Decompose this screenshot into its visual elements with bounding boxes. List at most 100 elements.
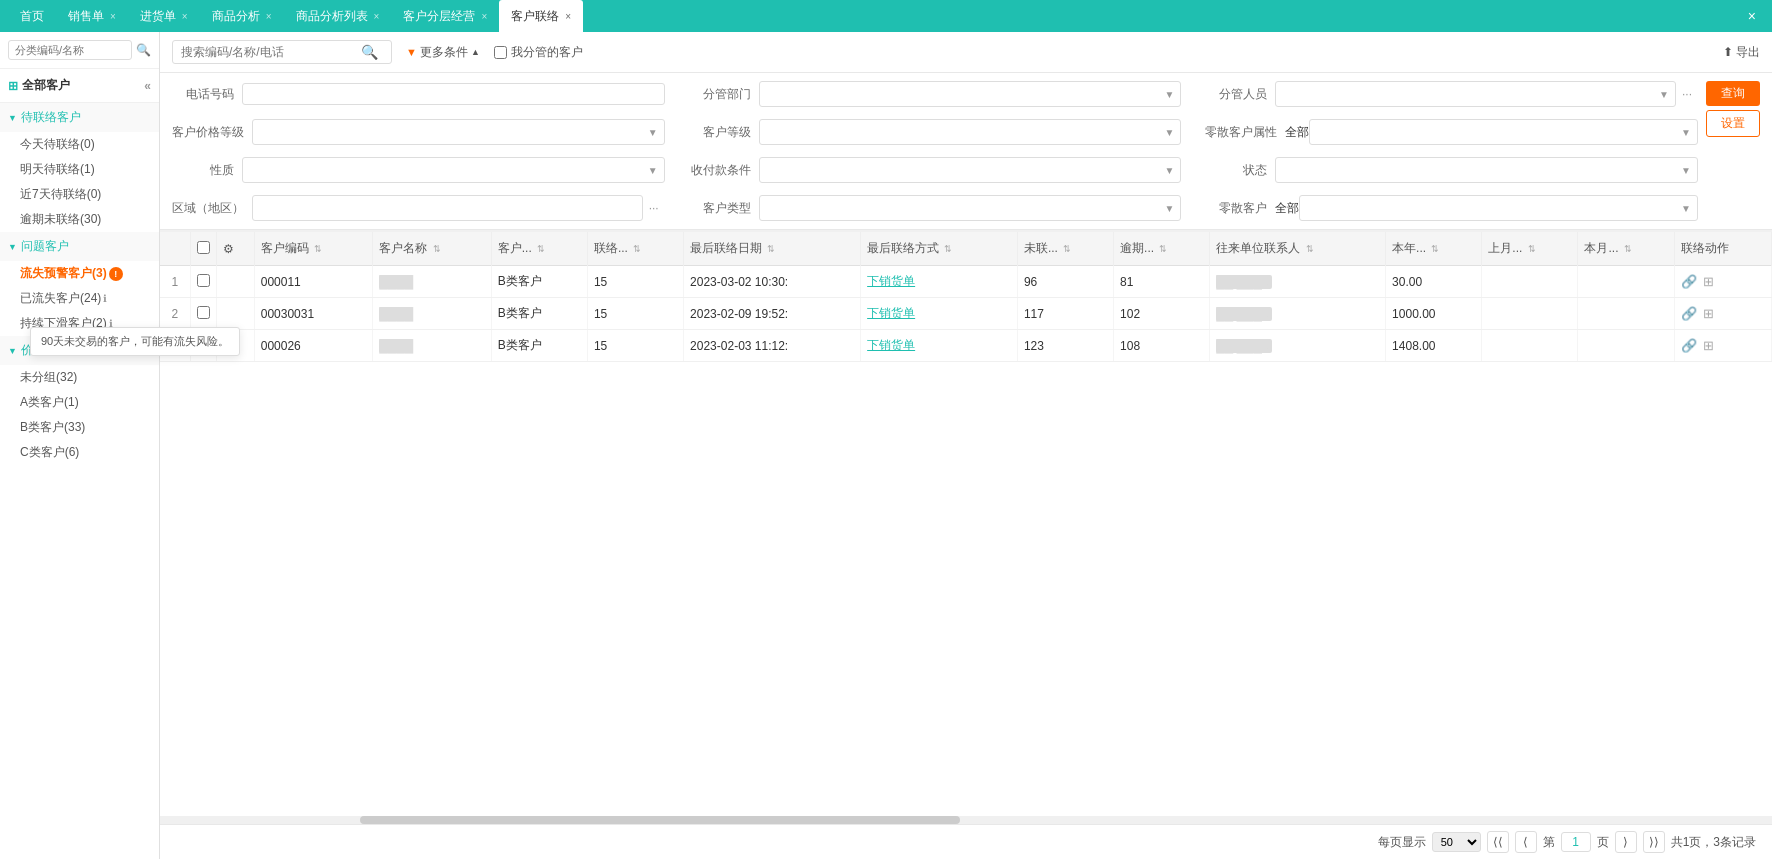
th-last-month[interactable]: 上月... ⇅ xyxy=(1482,232,1578,266)
sidebar-item-class-a[interactable]: A类客户(1) xyxy=(0,390,159,415)
close-product-list-icon[interactable]: × xyxy=(374,11,380,22)
row-checkbox[interactable] xyxy=(197,306,210,319)
search-input[interactable] xyxy=(181,45,361,59)
window-close-button[interactable]: × xyxy=(1740,8,1764,24)
last-way-link[interactable]: 下销货单 xyxy=(867,306,915,320)
th-check xyxy=(190,232,216,266)
region-select[interactable] xyxy=(252,195,643,221)
horizontal-scrollbar-track[interactable] xyxy=(160,816,1612,824)
pagination-first-btn[interactable]: ⟨⟨ xyxy=(1487,831,1509,853)
action-grid-icon[interactable]: ⊞ xyxy=(1703,306,1714,321)
my-customers-checkbox[interactable] xyxy=(494,46,507,59)
search-submit-icon[interactable]: 🔍 xyxy=(361,44,378,60)
sidebar-search-icon: 🔍 xyxy=(136,43,151,57)
nav-tab-product-list[interactable]: 商品分析列表 × xyxy=(284,0,392,32)
person-ellipsis-icon[interactable]: ··· xyxy=(1676,87,1698,101)
pagination-prev-btn[interactable]: ⟨ xyxy=(1515,831,1537,853)
customer-level-select[interactable]: ▼ xyxy=(759,119,1182,145)
zero-customer-value: 全部 xyxy=(1275,200,1299,217)
close-customer-contact-icon[interactable]: × xyxy=(565,11,571,22)
zero-attr-value: 全部 xyxy=(1285,124,1309,141)
close-purchase-icon[interactable]: × xyxy=(182,11,188,22)
action-grid-icon[interactable]: ⊞ xyxy=(1703,274,1714,289)
sidebar-group-pending[interactable]: ▼ 待联络客户 xyxy=(0,103,159,132)
person-select[interactable]: ▼ xyxy=(1275,81,1676,107)
sort-date-icon: ⇅ xyxy=(767,244,775,254)
filter-field-zero-attr: 零散客户属性 全部 ▼ xyxy=(1205,119,1698,145)
th-settings[interactable]: ⚙ xyxy=(216,232,254,266)
cell-last-way[interactable]: 下销货单 xyxy=(861,266,1018,298)
sidebar-item-tomorrow[interactable]: 明天待联络(1) xyxy=(0,157,159,182)
sidebar-item-today[interactable]: 今天待联络(0) xyxy=(0,132,159,157)
sidebar-item-churn-warning[interactable]: 流失预警客户(3) ! xyxy=(0,261,159,286)
payment-select[interactable]: ▼ xyxy=(759,157,1182,183)
th-overdue[interactable]: 逾期... ⇅ xyxy=(1114,232,1210,266)
close-product-analysis-icon[interactable]: × xyxy=(266,11,272,22)
th-name[interactable]: 客户名称 ⇅ xyxy=(373,232,491,266)
cell-last-way[interactable]: 下销货单 xyxy=(861,298,1018,330)
th-this-year[interactable]: 本年... ⇅ xyxy=(1386,232,1482,266)
cell-not-contact: 96 xyxy=(1017,266,1113,298)
action-link-icon[interactable]: 🔗 xyxy=(1681,274,1697,289)
th-level[interactable]: 客户... ⇅ xyxy=(491,232,587,266)
setting-button[interactable]: 设置 xyxy=(1706,110,1760,137)
th-contact[interactable]: 联络... ⇅ xyxy=(587,232,683,266)
filter-funnel-icon: ▼ xyxy=(406,46,417,58)
price-level-select[interactable]: ▼ xyxy=(252,119,665,145)
last-way-link[interactable]: 下销货单 xyxy=(867,338,915,352)
export-button[interactable]: ⬆ 导出 xyxy=(1723,44,1760,61)
sidebar-item-churned[interactable]: 已流失客户(24) ℹ xyxy=(0,286,159,311)
page-input[interactable] xyxy=(1561,832,1591,852)
cell-code: 000011 xyxy=(254,266,372,298)
th-not-contact[interactable]: 未联... ⇅ xyxy=(1017,232,1113,266)
action-link-icon[interactable]: 🔗 xyxy=(1681,306,1697,321)
th-last-way[interactable]: 最后联络方式 ⇅ xyxy=(861,232,1018,266)
nav-tab-customer-contact[interactable]: 客户联络 × xyxy=(499,0,583,32)
th-unit-contact[interactable]: 往来单位联系人 ⇅ xyxy=(1210,232,1386,266)
nav-tab-customer-segment[interactable]: 客户分层经营 × xyxy=(391,0,499,32)
zero-attr-select[interactable]: ▼ xyxy=(1309,119,1698,145)
pagination-next-btn[interactable]: ⟩ xyxy=(1615,831,1637,853)
phone-input[interactable] xyxy=(242,83,665,105)
status-select[interactable]: ▼ xyxy=(1275,157,1698,183)
nav-tab-sales[interactable]: 销售单 × xyxy=(56,0,128,32)
action-grid-icon[interactable]: ⊞ xyxy=(1703,338,1714,353)
pagination-last-btn[interactable]: ⟩⟩ xyxy=(1643,831,1665,853)
customer-type-select[interactable]: ▼ xyxy=(759,195,1182,221)
nature-select[interactable]: ▼ xyxy=(242,157,665,183)
horizontal-scrollbar-thumb[interactable] xyxy=(360,816,960,824)
th-last-date[interactable]: 最后联络日期 ⇅ xyxy=(684,232,861,266)
nav-tab-purchase[interactable]: 进货单 × xyxy=(128,0,200,32)
zero-customer-select[interactable]: ▼ xyxy=(1299,195,1698,221)
th-code[interactable]: 客户编码 ⇅ xyxy=(254,232,372,266)
my-customers-checkbox-wrap[interactable]: 我分管的客户 xyxy=(494,44,583,61)
sidebar-item-class-c[interactable]: C类客户(6) xyxy=(0,440,159,465)
filter-more-btn[interactable]: ▼ 更多条件 ▲ xyxy=(400,44,486,61)
th-this-month[interactable]: 本月... ⇅ xyxy=(1578,232,1674,266)
page-size-select[interactable]: 50 100 xyxy=(1432,832,1481,852)
cell-check[interactable] xyxy=(190,298,216,330)
sidebar-item-7days[interactable]: 近7天待联络(0) xyxy=(0,182,159,207)
dept-select[interactable]: ▼ xyxy=(759,81,1182,107)
select-all-checkbox[interactable] xyxy=(197,241,210,254)
last-way-link[interactable]: 下销货单 xyxy=(867,274,915,288)
nav-home[interactable]: 首页 xyxy=(8,8,56,25)
row-checkbox[interactable] xyxy=(197,274,210,287)
region-ellipsis-icon[interactable]: ··· xyxy=(643,201,665,215)
sidebar-item-overdue[interactable]: 逾期未联络(30) xyxy=(0,207,159,232)
sidebar-group-problem[interactable]: ▼ 问题客户 xyxy=(0,232,159,261)
th-action: 联络动作 xyxy=(1674,232,1771,266)
close-customer-segment-icon[interactable]: × xyxy=(481,11,487,22)
cell-check[interactable] xyxy=(190,266,216,298)
sidebar-item-class-b[interactable]: B类客户(33) xyxy=(0,415,159,440)
query-button[interactable]: 查询 xyxy=(1706,81,1760,106)
sidebar-search-input[interactable] xyxy=(8,40,132,60)
cell-last-way[interactable]: 下销货单 xyxy=(861,330,1018,362)
sidebar-collapse-icon[interactable]: « xyxy=(144,79,151,93)
nav-tab-product-analysis[interactable]: 商品分析 × xyxy=(200,0,284,32)
person-select-arrow: ▼ xyxy=(1659,89,1669,100)
close-sales-icon[interactable]: × xyxy=(110,11,116,22)
action-link-icon[interactable]: 🔗 xyxy=(1681,338,1697,353)
sidebar-item-ungrouped[interactable]: 未分组(32) xyxy=(0,365,159,390)
cell-contact: 15 xyxy=(587,266,683,298)
